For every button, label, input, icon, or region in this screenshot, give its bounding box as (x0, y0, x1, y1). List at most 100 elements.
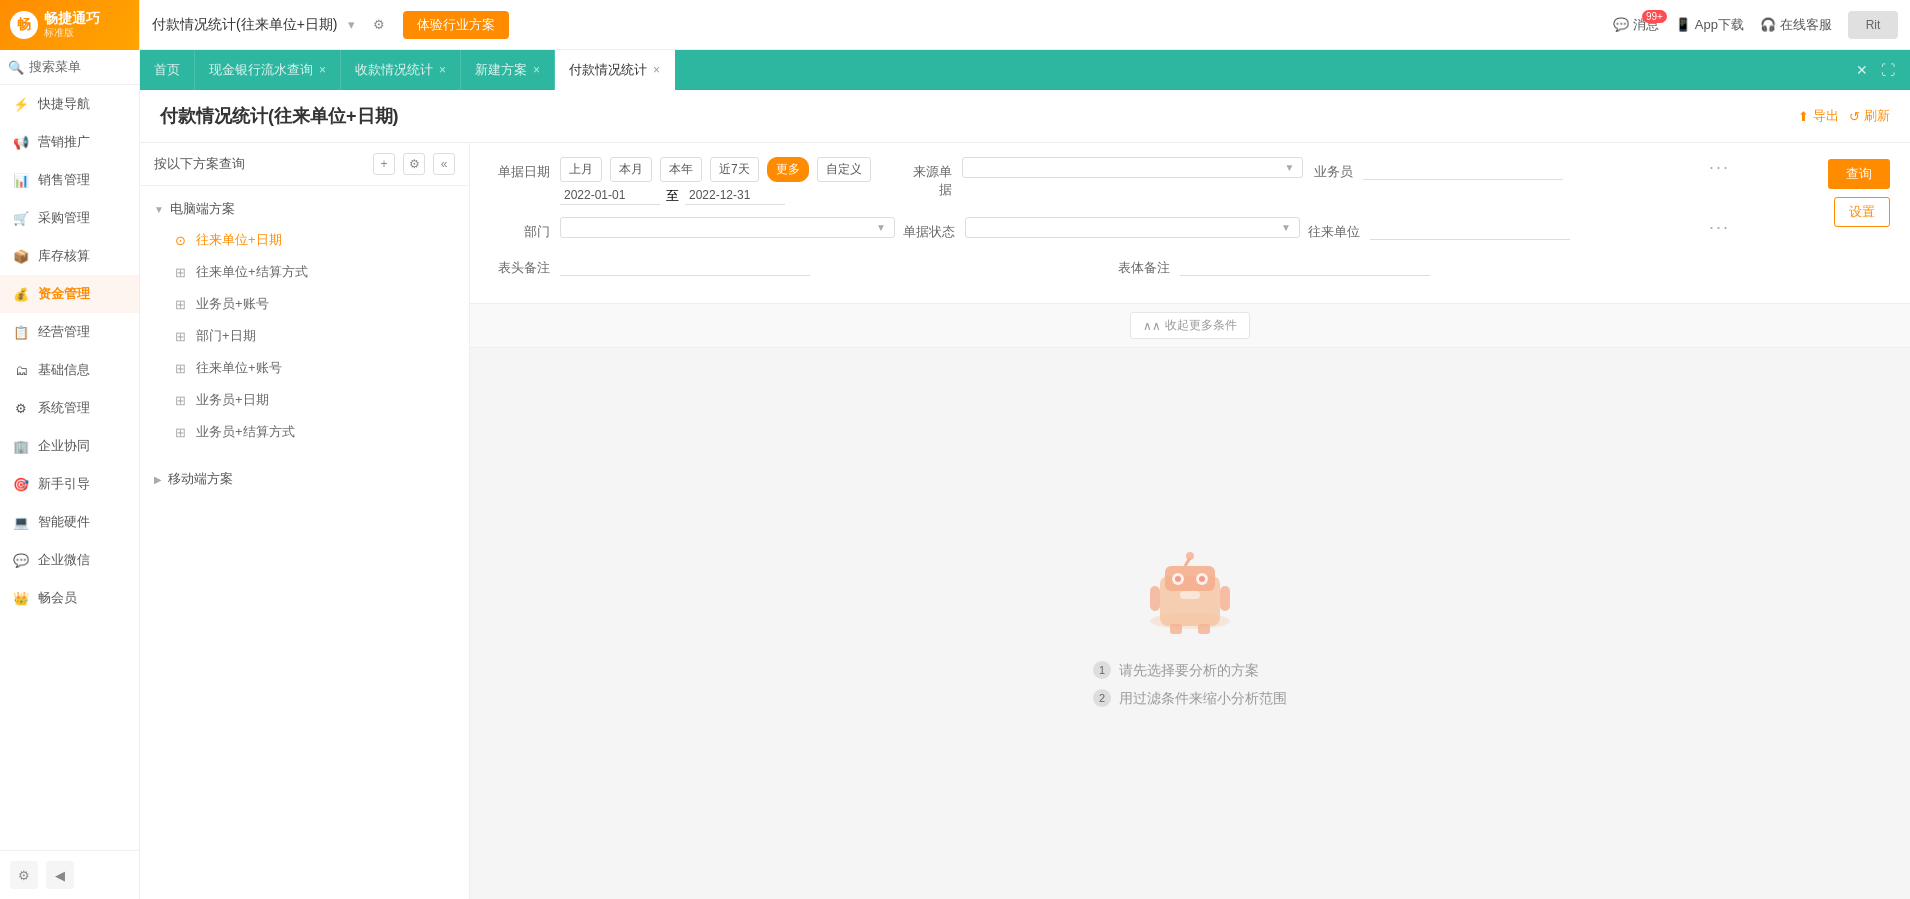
date-separator: 至 (666, 187, 679, 205)
date-custom-btn[interactable]: 自定义 (817, 157, 871, 182)
close-icon[interactable]: × (439, 64, 446, 76)
empty-state: 1 请先选择要分析的方案 2 用过滤条件来缩小分析范围 (470, 348, 1910, 899)
sidebar-settings-btn[interactable]: ⚙ (10, 861, 38, 889)
app-icon: 📱 (1675, 17, 1691, 32)
sidebar-collapse-btn[interactable]: ◀ (46, 861, 74, 889)
scheme-add-btn[interactable]: + (373, 153, 395, 175)
filter-status-select[interactable]: ▼ (965, 217, 1300, 238)
app-download-item[interactable]: 📱 App下载 (1675, 16, 1744, 34)
date-more-btn[interactable]: 更多 (767, 157, 809, 182)
counterpart-more-btn[interactable]: ··· (1709, 217, 1730, 238)
refresh-button[interactable]: ↺ 刷新 (1849, 107, 1890, 125)
sidebar-item-purchase[interactable]: 🛒采购管理 (0, 199, 139, 237)
date-this-month-btn[interactable]: 本月 (610, 157, 652, 182)
scheme-item-counterpart-date[interactable]: ⊙往来单位+日期 (140, 224, 469, 256)
topbar-settings-icon[interactable]: ⚙ (365, 11, 393, 39)
scheme-item-counterpart-account[interactable]: ⊞往来单位+账号 (140, 352, 469, 384)
sidebar-item-system[interactable]: ⚙系统管理 (0, 389, 139, 427)
date-end-input[interactable] (685, 186, 785, 205)
page-actions: ⬆ 导出 ↺ 刷新 (1798, 107, 1890, 125)
collapse-bar: ∧∧ 收起更多条件 (470, 304, 1910, 348)
online-service-item[interactable]: 🎧 在线客服 (1760, 16, 1832, 34)
scheme-settings-btn[interactable]: ⚙ (403, 153, 425, 175)
sidebar-footer: ⚙ ◀ (0, 850, 139, 899)
filter-settings-button[interactable]: 设置 (1834, 197, 1890, 227)
sidebar-item-inventory[interactable]: 📦库存核算 (0, 237, 139, 275)
scheme-mobile-group-title[interactable]: ▶ 移动端方案 (140, 464, 469, 494)
tab-payment-stats[interactable]: 付款情况统计 × (555, 50, 675, 90)
scheme-item-salesperson-account[interactable]: ⊞业务员+账号 (140, 288, 469, 320)
sidebar-item-wechat[interactable]: 💬企业微信 (0, 541, 139, 579)
hardware-icon: 💻 (12, 513, 30, 531)
sidebar-item-operations[interactable]: 📋经营管理 (0, 313, 139, 351)
filter-dept-select[interactable]: ▼ (560, 217, 895, 238)
quick-nav-icon: ⚡ (12, 95, 30, 113)
date-this-year-btn[interactable]: 本年 (660, 157, 702, 182)
scheme-header-icons: + ⚙ « (373, 153, 455, 175)
desktop-group-label: 电脑端方案 (170, 200, 235, 218)
sidebar-item-guide[interactable]: 🎯新手引导 (0, 465, 139, 503)
user-avatar[interactable]: Rit (1848, 11, 1898, 39)
svg-point-6 (1199, 576, 1205, 582)
sidebar-item-hardware[interactable]: 💻智能硬件 (0, 503, 139, 541)
tab-label: 首页 (154, 61, 180, 79)
close-icon[interactable]: × (653, 64, 660, 76)
close-icon[interactable]: × (319, 64, 326, 76)
date-start-input[interactable] (560, 186, 660, 205)
salesperson-more-btn[interactable]: ··· (1709, 157, 1730, 178)
trial-button[interactable]: 体验行业方案 (403, 11, 509, 39)
sidebar-item-basic[interactable]: 🗂基础信息 (0, 351, 139, 389)
scheme-desktop-group-title[interactable]: ▼ 电脑端方案 (140, 194, 469, 224)
tab-collection-stats[interactable]: 收款情况统计× (341, 50, 461, 90)
collapse-button[interactable]: ∧∧ 收起更多条件 (1130, 312, 1250, 339)
tab-cash-flow[interactable]: 现金银行流水查询× (195, 50, 341, 90)
svg-rect-9 (1220, 586, 1230, 611)
online-service-label: 在线客服 (1780, 16, 1832, 34)
collapse-up-icon: ∧∧ (1143, 319, 1161, 333)
tab-new-plan[interactable]: 新建方案× (461, 50, 555, 90)
scheme-collapse-btn[interactable]: « (433, 153, 455, 175)
sidebar-item-finance[interactable]: 💰资金管理 (0, 275, 139, 313)
scheme-item-icon: ⊞ (172, 360, 188, 376)
filter-date-label: 单据日期 (490, 157, 560, 181)
sidebar-item-sales[interactable]: 📊销售管理 (0, 161, 139, 199)
scheme-item-salesperson-date[interactable]: ⊞业务员+日期 (140, 384, 469, 416)
filter-counterpart-input[interactable] (1370, 217, 1570, 240)
query-button[interactable]: 查询 (1828, 159, 1890, 189)
filter-body-note-input[interactable] (1180, 253, 1430, 276)
filter-row-3: 表头备注 表体备注 (490, 253, 1730, 277)
tab-home[interactable]: 首页 (140, 50, 195, 90)
expand-tabs-btn[interactable]: ⛶ (1876, 58, 1900, 82)
filter-row-1: 单据日期 上月 本月 本年 近7天 更多 自定义 (490, 157, 1730, 205)
date-last-month-btn[interactable]: 上月 (560, 157, 602, 182)
mobile-arrow-icon: ▶ (154, 474, 162, 485)
tab-label: 付款情况统计 (569, 61, 647, 79)
scheme-item-dept-date[interactable]: ⊞部门+日期 (140, 320, 469, 352)
svg-rect-10 (1170, 624, 1182, 634)
sidebar-search[interactable]: 🔍 搜索菜单 (0, 50, 139, 85)
export-button[interactable]: ⬆ 导出 (1798, 107, 1839, 125)
scheme-item-counterpart-settlement[interactable]: ⊞往来单位+结算方式 (140, 256, 469, 288)
marketing-icon: 📢 (12, 133, 30, 151)
filter-salesperson-input[interactable] (1363, 157, 1563, 180)
topbar-arrow: ▾ (348, 17, 355, 32)
filter-header-note-input[interactable] (560, 253, 810, 276)
sidebar-item-marketing[interactable]: 📢营销推广 (0, 123, 139, 161)
export-icon: ⬆ (1798, 109, 1809, 124)
operations-icon: 📋 (12, 323, 30, 341)
sidebar-item-member[interactable]: 👑畅会员 (0, 579, 139, 617)
close-all-tabs-btn[interactable]: ✕ (1850, 58, 1874, 82)
sidebar-item-enterprise[interactable]: 🏢企业协同 (0, 427, 139, 465)
sidebar-item-quick-nav[interactable]: ⚡快捷导航 (0, 85, 139, 123)
filter-source-select[interactable]: ▼ (962, 157, 1304, 178)
scheme-item-salesperson-settlement[interactable]: ⊞业务员+结算方式 (140, 416, 469, 448)
date-7days-btn[interactable]: 近7天 (710, 157, 759, 182)
close-icon[interactable]: × (533, 64, 540, 76)
svg-rect-11 (1198, 624, 1210, 634)
filter-area: 单据日期 上月 本月 本年 近7天 更多 自定义 (470, 143, 1910, 304)
message-item[interactable]: 💬 消息 99+ (1613, 16, 1659, 34)
guide-icon: 🎯 (12, 475, 30, 493)
brand-icon: 畅 (10, 11, 38, 39)
source-select-arrow: ▼ (1284, 162, 1294, 173)
page-header: 付款情况统计(往来单位+日期) ⬆ 导出 ↺ 刷新 (140, 90, 1910, 143)
